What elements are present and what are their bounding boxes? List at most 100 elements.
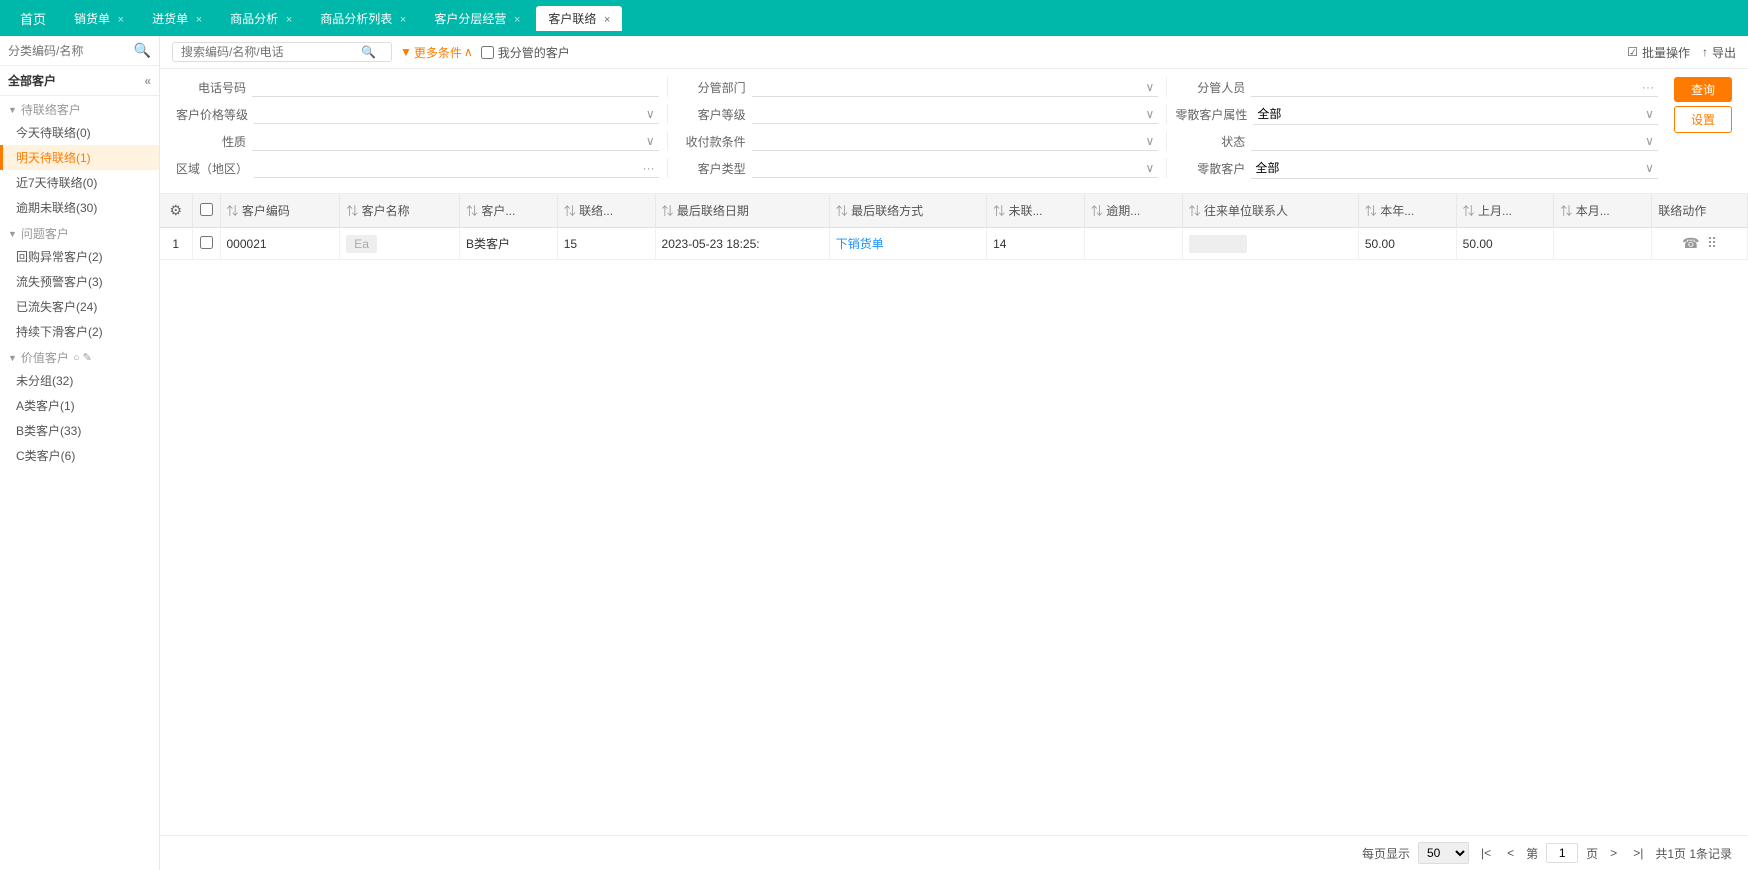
col-overdue[interactable]: ⇅ 逾期... xyxy=(1084,194,1182,228)
col-last-date[interactable]: ⇅ 最后联络日期 xyxy=(655,194,829,228)
sidebar-search-input[interactable] xyxy=(8,44,134,58)
toolbar-right: ☑ 批量操作 ↑ 导出 xyxy=(1627,44,1736,61)
col-unit-contact[interactable]: ⇅ 往来单位联系人 xyxy=(1182,194,1358,228)
row-code: 000021 xyxy=(220,228,340,260)
page-suffix: 页 xyxy=(1586,845,1598,862)
filter-retail-label: 零散客户 xyxy=(1175,160,1245,177)
export-icon: ↑ xyxy=(1702,45,1708,59)
close-product-analysis-tab[interactable]: × xyxy=(286,14,292,26)
group-value-customers[interactable]: 价值客户 ○ ✎ xyxy=(0,344,159,368)
filter-region-label: 区域（地区） xyxy=(176,160,248,177)
nav-product-analysis-list[interactable]: 商品分析列表 × xyxy=(308,6,418,31)
filter-status-select[interactable]: ∨ xyxy=(1251,132,1658,151)
row-name: Ea xyxy=(340,228,460,260)
page-first-btn[interactable]: |< xyxy=(1477,844,1495,862)
nav-product-analysis[interactable]: 商品分析 × xyxy=(218,6,304,31)
search-input[interactable] xyxy=(181,45,361,59)
filter-manager: 分管人员 ··· xyxy=(1175,78,1658,97)
page-number-input[interactable] xyxy=(1546,843,1578,863)
filter-dept-select[interactable]: ∨ xyxy=(752,78,1159,97)
col-unlinkd[interactable]: ⇅ 未联... xyxy=(987,194,1085,228)
table-gear-icon[interactable]: ⚙ xyxy=(169,202,182,218)
sidebar-item-overdue[interactable]: 逾期未联络(30) xyxy=(0,195,159,220)
filter-retail-attr-select[interactable]: 全部∨ xyxy=(1253,103,1658,125)
sidebar-item-class-a[interactable]: A类客户(1) xyxy=(0,393,159,418)
filter-retail-attr-label: 零散客户属性 xyxy=(1175,106,1247,123)
query-button[interactable]: 查询 xyxy=(1674,77,1732,102)
page-next-btn[interactable]: > xyxy=(1606,844,1621,862)
search-submit-icon[interactable]: 🔍 xyxy=(361,45,376,59)
my-customers-checkbox[interactable] xyxy=(481,46,494,59)
sidebar-collapse-btn[interactable]: « xyxy=(144,74,151,88)
action-contact-icon[interactable]: ☎ xyxy=(1682,235,1699,251)
row-checkbox xyxy=(192,228,220,260)
col-this-year[interactable]: ⇅ 本年... xyxy=(1358,194,1456,228)
group-pending-contact[interactable]: 待联络客户 xyxy=(0,96,159,120)
sidebar-item-7days[interactable]: 近7天待联络(0) xyxy=(0,170,159,195)
close-purchase-tab[interactable]: × xyxy=(196,14,202,26)
sidebar-item-tomorrow[interactable]: 明天待联络(1) xyxy=(0,145,159,170)
setting-button[interactable]: 设置 xyxy=(1674,106,1732,133)
col-type[interactable]: ⇅ 客户... xyxy=(459,194,557,228)
col-name[interactable]: ⇅ 客户名称 xyxy=(340,194,460,228)
filter-price-level-select[interactable]: ∨ xyxy=(254,105,659,124)
col-gear[interactable]: ⚙ xyxy=(160,194,192,228)
nav-customer-segment[interactable]: 客户分层经营 × xyxy=(422,6,532,31)
search-bar: 🔍 ▼ 更多条件 ∧ 我分管的客户 ☑ 批量操作 ↑ 导出 xyxy=(160,36,1748,69)
sidebar-item-declining[interactable]: 持续下滑客户(2) xyxy=(0,319,159,344)
nav-home[interactable]: 首页 xyxy=(8,5,58,32)
col-last-month[interactable]: ⇅ 上月... xyxy=(1456,194,1554,228)
sidebar-item-churned[interactable]: 已流失客户(24) xyxy=(0,294,159,319)
sidebar-search-icon[interactable]: 🔍 xyxy=(134,42,151,59)
filter-region-select[interactable]: ··· xyxy=(254,159,659,178)
sidebar-item-today[interactable]: 今天待联络(0) xyxy=(0,120,159,145)
filter-nature: 性质 ∨ xyxy=(176,132,659,151)
top-nav: 首页 销货单 × 进货单 × 商品分析 × 商品分析列表 × 客户分层经营 × … xyxy=(0,0,1748,36)
filter-customer-type-select[interactable]: ∨ xyxy=(752,159,1159,178)
batch-op-btn[interactable]: ☑ 批量操作 xyxy=(1627,44,1690,61)
filter-manager-select[interactable]: ··· xyxy=(1251,78,1658,97)
action-more-icon[interactable]: ⠿ xyxy=(1707,235,1717,251)
filter-retail-select[interactable]: 全部∨ xyxy=(1251,157,1658,179)
col-contact[interactable]: ⇅ 联络... xyxy=(557,194,655,228)
row-last-month: 50.00 xyxy=(1456,228,1554,260)
close-customer-contact-tab[interactable]: × xyxy=(604,14,610,26)
filter-nature-select[interactable]: ∨ xyxy=(252,132,659,151)
nav-purchase[interactable]: 进货单 × xyxy=(140,6,214,31)
nav-sales[interactable]: 销货单 × xyxy=(62,6,136,31)
select-all-checkbox[interactable] xyxy=(200,203,213,216)
row-unlinkd: 14 xyxy=(987,228,1085,260)
row-last-date: 2023-05-23 18:25: xyxy=(655,228,829,260)
all-customers-title[interactable]: 全部客户 « xyxy=(0,66,159,96)
page-prev-btn[interactable]: < xyxy=(1503,844,1518,862)
sidebar-item-repurchase-abnormal[interactable]: 回购异常客户(2) xyxy=(0,244,159,269)
retail-attr-arrow-icon: ∨ xyxy=(1645,107,1654,121)
filter-arrow-icon: ∧ xyxy=(464,45,473,59)
more-filter-btn[interactable]: ▼ 更多条件 ∧ xyxy=(400,44,473,61)
nav-customer-contact[interactable]: 客户联络 × xyxy=(536,6,622,31)
sidebar-item-ungrouped[interactable]: 未分组(32) xyxy=(0,368,159,393)
col-last-method[interactable]: ⇅ 最后联络方式 xyxy=(829,194,986,228)
filter-retail: 零散客户 全部∨ xyxy=(1175,157,1658,179)
export-btn[interactable]: ↑ 导出 xyxy=(1702,44,1736,61)
close-product-list-tab[interactable]: × xyxy=(400,14,406,26)
col-this-month[interactable]: ⇅ 本月... xyxy=(1554,194,1652,228)
sidebar-item-churn-warning[interactable]: 流失预警客户(3) xyxy=(0,269,159,294)
group-problem-customers[interactable]: 问题客户 xyxy=(0,220,159,244)
page-last-btn[interactable]: >| xyxy=(1629,844,1647,862)
row-overdue xyxy=(1084,228,1182,260)
sidebar-item-class-c[interactable]: C类客户(6) xyxy=(0,443,159,468)
row-select-checkbox[interactable] xyxy=(200,236,213,249)
close-sales-tab[interactable]: × xyxy=(118,14,124,26)
row-last-method-link[interactable]: 下销货单 xyxy=(836,237,884,251)
per-page-select[interactable]: 50 100 200 xyxy=(1418,842,1469,864)
filter-customer-level: 客户等级 ∨ xyxy=(676,105,1159,124)
col-code[interactable]: ⇅ 客户编码 xyxy=(220,194,340,228)
close-customer-segment-tab[interactable]: × xyxy=(514,14,520,26)
sidebar-item-class-b[interactable]: B类客户(33) xyxy=(0,418,159,443)
filter-payment-select[interactable]: ∨ xyxy=(752,132,1159,151)
filter-customer-level-select[interactable]: ∨ xyxy=(752,105,1159,124)
filter-phone-input[interactable] xyxy=(252,78,659,97)
pagination: 每页显示 50 100 200 |< < 第 页 > >| 共1页 1条记录 xyxy=(160,835,1748,870)
filter-row-3: 性质 ∨ 收付款条件 ∨ xyxy=(176,131,1658,151)
